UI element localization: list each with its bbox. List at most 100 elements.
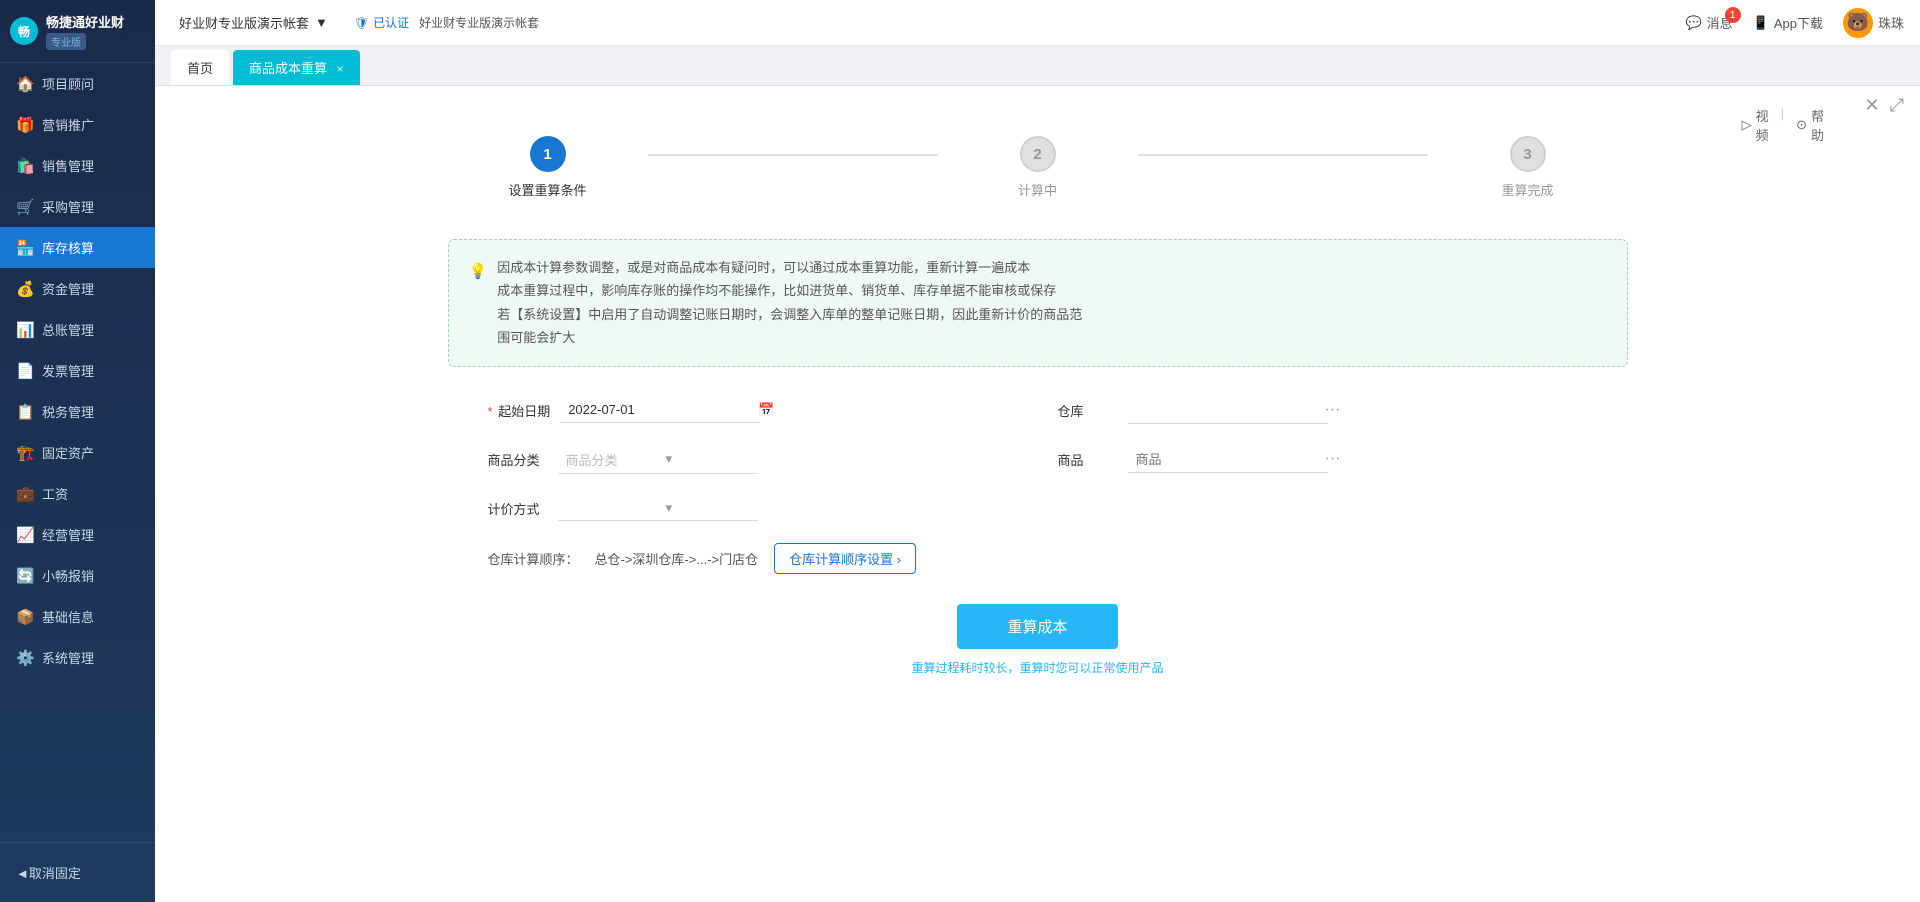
product-more-icon[interactable]: ··· — [1325, 450, 1341, 468]
submit-button[interactable]: 重算成本 — [957, 604, 1117, 649]
calc-order-label: 仓库计算顺序： — [488, 549, 579, 568]
user-avatar: 🐻 — [1843, 8, 1873, 38]
form-section: * 起始日期 📅 仓库 ··· — [448, 397, 1628, 676]
unpin-button[interactable]: ◄取消固定 — [0, 853, 155, 892]
notification-badge: 1 — [1725, 7, 1741, 23]
sidebar-item-basic[interactable]: 📦 基础信息 — [0, 596, 155, 637]
product-input[interactable] — [1128, 452, 1320, 467]
step-1: 1 设置重算条件 — [448, 136, 648, 199]
tab-home[interactable]: 首页 — [171, 50, 229, 85]
step-3-label: 重算完成 — [1501, 180, 1553, 199]
tab-close-button[interactable]: × — [337, 62, 344, 76]
sidebar-item-operation[interactable]: 📈 经营管理 — [0, 514, 155, 555]
product-label: 商品 — [1058, 450, 1118, 469]
warehouse-more-icon[interactable]: ··· — [1325, 401, 1341, 419]
warehouse-input-wrapper[interactable]: ··· — [1128, 397, 1328, 424]
accounting-icon: 📊 — [16, 321, 34, 339]
sidebar-item-system[interactable]: ⚙️ 系统管理 — [0, 637, 155, 678]
video-link[interactable]: ▷ 视频 — [1742, 106, 1769, 144]
warehouse-input[interactable] — [1128, 402, 1320, 417]
play-icon: ▷ — [1742, 117, 1752, 133]
pricing-field: 计价方式 ▾ — [488, 496, 1018, 521]
warehouse-label: 仓库 — [1058, 401, 1118, 420]
start-date-label: * 起始日期 — [488, 401, 551, 420]
sidebar-item-project[interactable]: 🏠 项目顾问 — [0, 63, 155, 104]
fixed-assets-icon: 🏗️ — [16, 444, 34, 462]
question-icon: ⊙ — [1796, 117, 1807, 133]
main-area: 好业财专业版演示帐套 ▼ 🛡 已认证 好业财专业版演示帐套 💬 消息 1 📱 A… — [155, 0, 1920, 902]
product-field: 商品 ··· — [1058, 446, 1588, 473]
expand-window-button[interactable]: ⤢ — [1890, 96, 1904, 114]
step-2-circle: 2 — [1020, 136, 1056, 172]
stepper: 1 设置重算条件 2 计算中 3 重算完成 — [448, 116, 1628, 209]
expense-icon: 🔄 — [16, 567, 34, 585]
form-row-3: 计价方式 ▾ — [488, 496, 1588, 521]
user-profile-button[interactable]: 🐻 珠珠 — [1843, 8, 1904, 38]
app-download-button[interactable]: 📱 App下载 — [1753, 13, 1823, 32]
start-date-input[interactable] — [560, 402, 752, 417]
purchase-icon: 🛒 — [16, 198, 34, 216]
shield-icon: 🛡 — [354, 16, 369, 30]
form-row-1: * 起始日期 📅 仓库 ··· — [488, 397, 1588, 424]
payroll-icon: 💼 — [16, 485, 34, 503]
step-3-circle: 3 — [1510, 136, 1546, 172]
window-controls: ▷ 视频 | ⊙ 帮助 ✕ ⤢ — [1865, 96, 1905, 114]
sidebar-bottom: ◄取消固定 — [0, 842, 155, 902]
finance-icon: 💰 — [16, 280, 34, 298]
sidebar-item-accounting[interactable]: 📊 总账管理 — [0, 309, 155, 350]
start-date-input-wrapper[interactable]: 📅 — [560, 398, 760, 423]
sidebar-item-tax[interactable]: 📋 税务管理 — [0, 391, 155, 432]
submit-note: 重算过程耗时较长，重算时您可以正常使用产品 — [488, 659, 1588, 676]
sidebar-item-finance[interactable]: 💰 资金管理 — [0, 268, 155, 309]
sidebar-item-marketing[interactable]: 🎁 营销推广 — [0, 104, 155, 145]
basic-icon: 📦 — [16, 608, 34, 626]
sidebar-item-sales[interactable]: 🛍️ 销售管理 — [0, 145, 155, 186]
required-star: * — [488, 404, 493, 419]
invoice-icon: 📄 — [16, 362, 34, 380]
category-select[interactable]: 商品分类 ▾ — [558, 446, 758, 474]
sidebar-item-inventory[interactable]: 🏪 库存核算 — [0, 227, 155, 268]
start-date-field: * 起始日期 📅 — [488, 398, 1018, 423]
logo-text: 畅捷通好业财 专业版 — [46, 12, 124, 50]
message-button[interactable]: 💬 消息 1 — [1685, 13, 1732, 32]
close-window-button[interactable]: ✕ — [1865, 96, 1880, 114]
tab-cost-recalc[interactable]: 商品成本重算 × — [233, 50, 360, 85]
info-content: 因成本计算参数调整，或是对商品成本有疑问时，可以通过成本重算功能，重新计算一遍成… — [497, 256, 1082, 350]
message-icon: 💬 — [1685, 15, 1701, 31]
product-input-wrapper[interactable]: ··· — [1128, 446, 1328, 473]
tax-icon: 📋 — [16, 403, 34, 421]
sidebar-item-purchase[interactable]: 🛒 采购管理 — [0, 186, 155, 227]
topbar: 好业财专业版演示帐套 ▼ 🛡 已认证 好业财专业版演示帐套 💬 消息 1 📱 A… — [155, 0, 1920, 46]
step-1-label: 设置重算条件 — [508, 180, 586, 199]
category-label: 商品分类 — [488, 450, 548, 469]
inventory-icon: 🏪 — [16, 239, 34, 257]
phone-icon: 📱 — [1753, 15, 1769, 31]
content-inner: 1 设置重算条件 2 计算中 3 重算完成 — [388, 86, 1688, 706]
logo-icon: 畅 — [10, 17, 38, 45]
sidebar-item-fixed-assets[interactable]: 🏗️ 固定资产 — [0, 432, 155, 473]
content-area: ▷ 视频 | ⊙ 帮助 ✕ ⤢ 1 设置重算条件 — [155, 86, 1920, 902]
sidebar-item-payroll[interactable]: 💼 工资 — [0, 473, 155, 514]
step-2: 2 计算中 — [938, 136, 1138, 199]
sales-icon: 🛍️ — [16, 157, 34, 175]
operation-icon: 📈 — [16, 526, 34, 544]
calc-order-settings-button[interactable]: 仓库计算顺序设置 › — [774, 543, 916, 574]
verified-badge: 🛡 已认证 — [354, 14, 409, 31]
form-row-2: 商品分类 商品分类 ▾ 商品 ··· — [488, 446, 1588, 474]
edition-badge: 专业版 — [46, 33, 86, 50]
calendar-icon[interactable]: 📅 — [752, 402, 780, 418]
pricing-select[interactable]: ▾ — [558, 496, 758, 521]
project-icon: 🏠 — [16, 75, 34, 93]
sidebar-item-invoice[interactable]: 📄 发票管理 — [0, 350, 155, 391]
category-chevron-icon: ▾ — [660, 451, 758, 467]
pricing-chevron-icon: ▾ — [660, 500, 758, 516]
marketing-icon: 🎁 — [16, 116, 34, 134]
info-icon: 💡 — [469, 258, 488, 350]
step-3: 3 重算完成 — [1428, 136, 1628, 199]
warehouse-field: 仓库 ··· — [1058, 397, 1588, 424]
sidebar-item-expense[interactable]: 🔄 小畅报销 — [0, 555, 155, 596]
help-link[interactable]: ⊙ 帮助 — [1796, 106, 1824, 144]
tabbar: 首页 商品成本重算 × — [155, 46, 1920, 86]
step-2-label: 计算中 — [1018, 180, 1057, 199]
account-selector[interactable]: 好业财专业版演示帐套 ▼ — [171, 9, 336, 36]
